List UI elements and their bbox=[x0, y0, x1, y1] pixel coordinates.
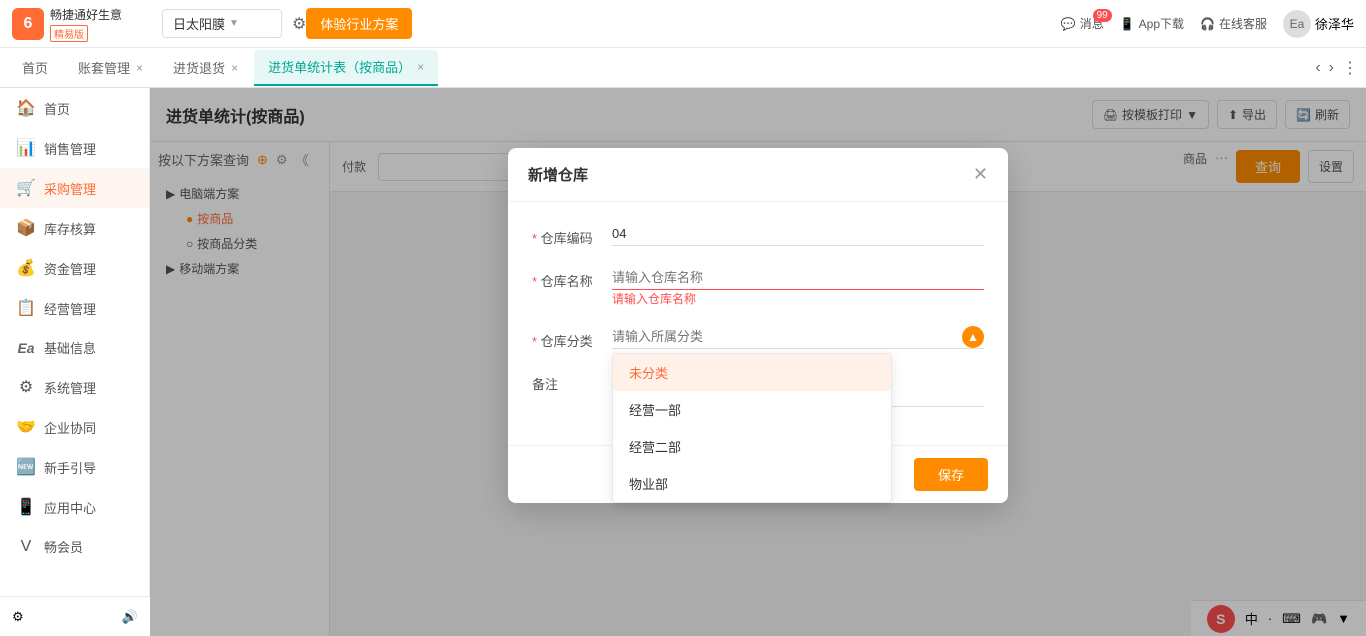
inventory-icon: 📦 bbox=[16, 218, 36, 238]
warehouse-name-input[interactable] bbox=[612, 266, 984, 290]
code-label: 仓库编码 bbox=[532, 222, 612, 247]
app-download-item[interactable]: 📱 App下载 bbox=[1120, 15, 1184, 32]
header-actions: 💬 消息 99 📱 App下载 🎧 在线客服 Ea 徐泽华 bbox=[1061, 10, 1354, 38]
dropdown-item-unclassified[interactable]: 未分类 bbox=[613, 354, 891, 391]
sidebar-item-enterprise[interactable]: 🤝 企业协同 bbox=[0, 407, 149, 447]
tab-purchase-return[interactable]: 进货退货 × bbox=[159, 50, 252, 86]
speaker-icon[interactable]: 🔊 bbox=[122, 609, 138, 625]
guide-icon: 🆕 bbox=[16, 457, 36, 477]
modal-title: 新增仓库 bbox=[528, 164, 588, 185]
warehouse-code-field: 仓库编码 bbox=[532, 222, 984, 247]
trial-button[interactable]: 体验行业方案 bbox=[306, 8, 412, 39]
sidebar-item-home[interactable]: 🏠 首页 bbox=[0, 88, 149, 128]
category-label: 仓库分类 bbox=[532, 325, 612, 350]
tab-bar: 首页 账套管理 × 进货退货 × 进货单统计表（按商品） × ‹ › ⋮ bbox=[0, 48, 1366, 88]
user-info[interactable]: Ea 徐泽华 bbox=[1283, 10, 1354, 38]
warehouse-name-field: 仓库名称 请输入仓库名称 bbox=[532, 265, 984, 307]
tab-account[interactable]: 账套管理 × bbox=[64, 50, 157, 86]
new-warehouse-modal: 新增仓库 ✕ 仓库编码 仓库名称 bbox=[508, 148, 1008, 503]
store-selector[interactable]: 日太阳膜 ▼ bbox=[162, 9, 282, 38]
headset-icon: 🎧 bbox=[1200, 17, 1215, 31]
tab-purchase-stats[interactable]: 进货单统计表（按商品） × bbox=[254, 50, 438, 86]
sales-icon: 📊 bbox=[16, 138, 36, 158]
message-icon: 💬 bbox=[1061, 17, 1076, 31]
info-icon: Ea bbox=[16, 340, 36, 356]
modal-close-button[interactable]: ✕ bbox=[973, 164, 988, 185]
warehouse-code-input[interactable] bbox=[612, 222, 984, 246]
sidebar-item-finance[interactable]: 💰 资金管理 bbox=[0, 248, 149, 288]
dropdown-item-dept1[interactable]: 经营一部 bbox=[613, 391, 891, 428]
category-dropdown: 未分类 经营一部 经营二部 物业部 bbox=[612, 353, 892, 503]
purchase-icon: 🛒 bbox=[16, 178, 36, 198]
category-input[interactable] bbox=[612, 325, 984, 349]
top-header: 6 畅捷通好生意 精易版 日太阳膜 ▼ ⚙ 体验行业方案 💬 消息 99 📱 A… bbox=[0, 0, 1366, 48]
category-select-wrapper: ▲ 未分类 经营一部 经营二部 物业部 bbox=[612, 325, 984, 349]
tab-bar-actions: ‹ › ⋮ bbox=[1315, 58, 1358, 78]
save-button[interactable]: 保存 bbox=[914, 458, 988, 491]
message-item[interactable]: 💬 消息 99 bbox=[1061, 15, 1104, 32]
sidebar-item-purchase[interactable]: 🛒 采购管理 bbox=[0, 168, 149, 208]
chevron-down-icon: ▼ bbox=[229, 18, 239, 29]
avatar: Ea bbox=[1283, 10, 1311, 38]
phone-icon: 📱 bbox=[1120, 17, 1135, 31]
sidebar-item-basic-info[interactable]: Ea 基础信息 bbox=[0, 328, 149, 367]
warehouse-category-field: 仓库分类 ▲ 未分类 经营一部 经营二部 物业部 bbox=[532, 325, 984, 350]
message-badge: 99 bbox=[1093, 9, 1112, 22]
tab-close-purchase-stats[interactable]: × bbox=[417, 60, 424, 74]
modal-header: 新增仓库 ✕ bbox=[508, 148, 1008, 202]
gear-button[interactable]: ⚙ bbox=[292, 14, 306, 34]
modal-overlay: 新增仓库 ✕ 仓库编码 仓库名称 bbox=[150, 88, 1366, 636]
sidebar-item-sales[interactable]: 📊 销售管理 bbox=[0, 128, 149, 168]
tab-close-account[interactable]: × bbox=[136, 61, 143, 75]
name-error: 请输入仓库名称 bbox=[612, 292, 696, 306]
service-item[interactable]: 🎧 在线客服 bbox=[1200, 15, 1267, 32]
membership-icon: V bbox=[16, 538, 36, 556]
logo-area: 6 畅捷通好生意 精易版 bbox=[12, 6, 162, 42]
sidebar-item-app-center[interactable]: 📱 应用中心 bbox=[0, 487, 149, 527]
main-layout: 🏠 首页 📊 销售管理 🛒 采购管理 📦 库存核算 💰 资金管理 📋 经营管理 … bbox=[0, 88, 1366, 636]
sidebar-item-operations[interactable]: 📋 经营管理 bbox=[0, 288, 149, 328]
modal-body: 仓库编码 仓库名称 请输入仓库名称 bbox=[508, 202, 1008, 445]
tab-menu-button[interactable]: ⋮ bbox=[1342, 58, 1358, 78]
home-icon: 🏠 bbox=[16, 98, 36, 118]
content-area: 进货单统计(按商品) 🖨 按模板打印 ▼ ⬆ 导出 🔄 刷新 bbox=[150, 88, 1366, 636]
logo-text: 畅捷通好生意 精易版 bbox=[50, 6, 122, 42]
dropdown-item-property[interactable]: 物业部 bbox=[613, 465, 891, 502]
sidebar-item-system[interactable]: ⚙ 系统管理 bbox=[0, 367, 149, 407]
system-icon: ⚙ bbox=[16, 377, 36, 397]
sidebar-bottom: ⚙ 🔊 bbox=[0, 596, 150, 636]
name-label: 仓库名称 bbox=[532, 265, 612, 290]
sidebar: 🏠 首页 📊 销售管理 🛒 采购管理 📦 库存核算 💰 资金管理 📋 经营管理 … bbox=[0, 88, 150, 636]
finance-icon: 💰 bbox=[16, 258, 36, 278]
logo-icon: 6 bbox=[12, 8, 44, 40]
sidebar-item-inventory[interactable]: 📦 库存核算 bbox=[0, 208, 149, 248]
dropdown-item-dept2[interactable]: 经营二部 bbox=[613, 428, 891, 465]
tab-close-purchase-return[interactable]: × bbox=[231, 61, 238, 75]
tab-next-button[interactable]: › bbox=[1329, 59, 1334, 77]
tab-prev-button[interactable]: ‹ bbox=[1315, 59, 1320, 77]
sidebar-item-membership[interactable]: V 畅会员 bbox=[0, 527, 149, 566]
enterprise-icon: 🤝 bbox=[16, 417, 36, 437]
settings-bottom-icon[interactable]: ⚙ bbox=[12, 609, 24, 625]
operations-icon: 📋 bbox=[16, 298, 36, 318]
category-toggle-button[interactable]: ▲ bbox=[962, 326, 984, 348]
sidebar-item-guide[interactable]: 🆕 新手引导 bbox=[0, 447, 149, 487]
app-center-icon: 📱 bbox=[16, 497, 36, 517]
tab-home[interactable]: 首页 bbox=[8, 50, 62, 86]
remark-label: 备注 bbox=[532, 368, 612, 393]
